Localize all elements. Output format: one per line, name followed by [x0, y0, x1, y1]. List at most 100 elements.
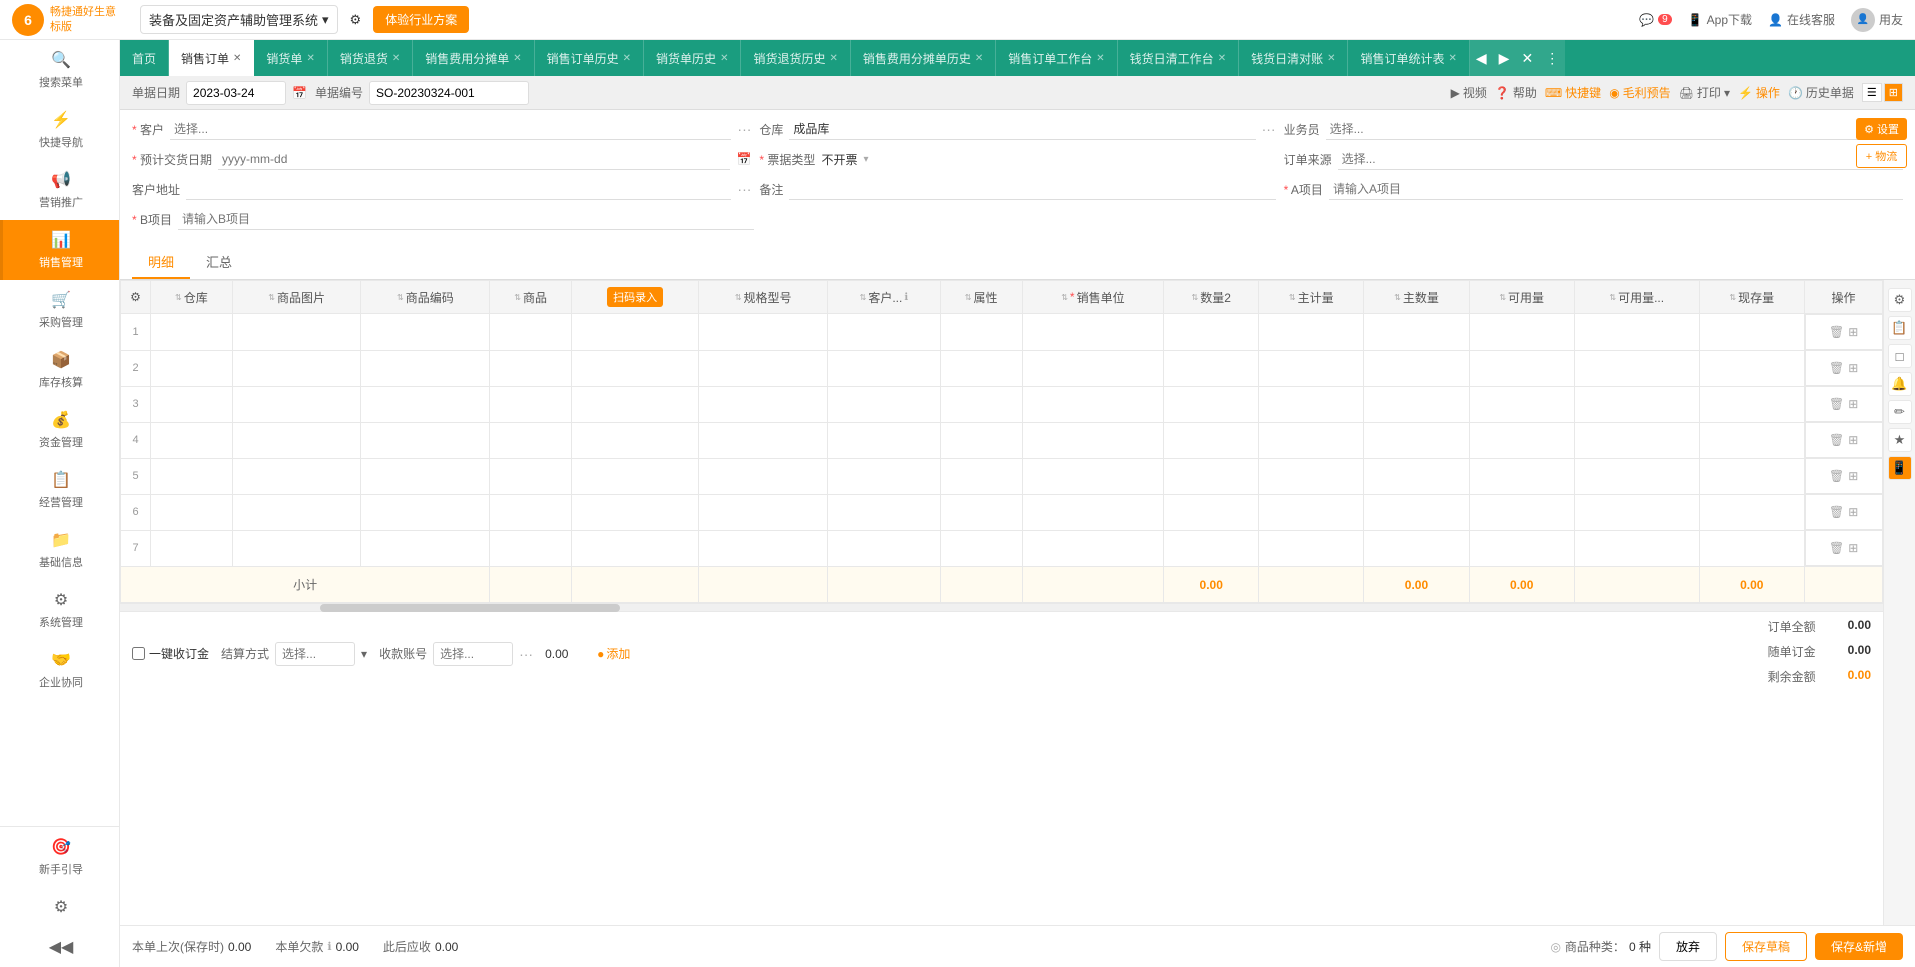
- row-qty2-7[interactable]: [1164, 530, 1259, 567]
- row-custcode-7[interactable]: [828, 530, 941, 567]
- sidebar-item-management[interactable]: 📋 经营管理: [0, 460, 119, 520]
- rp-btn-5[interactable]: ✏: [1888, 400, 1912, 424]
- copy-icon-4[interactable]: ⊞: [1848, 433, 1858, 447]
- row-mainunit-4[interactable]: [1259, 422, 1364, 458]
- delete-icon-7[interactable]: 🗑: [1829, 541, 1844, 555]
- th-qty2[interactable]: ⇅数量2: [1164, 281, 1259, 314]
- row-spec-4[interactable]: [699, 422, 828, 458]
- row-stock-6[interactable]: [1699, 494, 1804, 530]
- row-qty2-2[interactable]: [1164, 350, 1259, 386]
- row-mainqty-5[interactable]: [1364, 458, 1469, 494]
- rp-btn-4[interactable]: 🔔: [1888, 372, 1912, 396]
- sidebar-item-basic-info[interactable]: 📁 基础信息: [0, 520, 119, 580]
- sidebar-item-guide[interactable]: 🎯 新手引导: [0, 827, 119, 887]
- row-mainunit-5[interactable]: [1259, 458, 1364, 494]
- th-main-qty[interactable]: ⇅主数量: [1364, 281, 1469, 314]
- row-mainqty-4[interactable]: [1364, 422, 1469, 458]
- row-qty2-6[interactable]: [1164, 494, 1259, 530]
- tab-bill-history[interactable]: 销货单历史 ✕: [644, 40, 741, 76]
- row-mainunit-3[interactable]: [1259, 386, 1364, 422]
- th-spec[interactable]: ⇅规格型号: [699, 281, 828, 314]
- row-warehouse-3[interactable]: [151, 386, 233, 422]
- th-product-image[interactable]: ⇅商品图片: [232, 281, 361, 314]
- row-mainqty-6[interactable]: [1364, 494, 1469, 530]
- system-name-selector[interactable]: 装备及固定资产辅助管理系统 ▾: [140, 5, 338, 34]
- user-menu[interactable]: 👤 用友: [1851, 8, 1903, 32]
- th-sales-unit[interactable]: ⇅*销售单位: [1022, 281, 1164, 314]
- tab-close-icon[interactable]: ✕: [1449, 53, 1457, 64]
- operation-btn[interactable]: ⚡ 操作: [1738, 84, 1780, 101]
- row-custcode-5[interactable]: [828, 458, 941, 494]
- row-image-1[interactable]: [232, 314, 361, 351]
- tab-order-history[interactable]: 销售订单历史 ✕: [535, 40, 644, 76]
- row-custcode-3[interactable]: [828, 386, 941, 422]
- row-warehouse-2[interactable]: [151, 350, 233, 386]
- copy-icon-3[interactable]: ⊞: [1848, 397, 1858, 411]
- tab-return-history[interactable]: 销货退货历史 ✕: [741, 40, 850, 76]
- row-avail-3[interactable]: [1469, 386, 1574, 422]
- sidebar-item-quicknav[interactable]: ⚡ 快捷导航: [0, 100, 119, 160]
- tab-close-icon[interactable]: ✕: [392, 53, 400, 64]
- tab-close-icon[interactable]: ✕: [1327, 53, 1335, 64]
- row-mainunit-2[interactable]: [1259, 350, 1364, 386]
- scroll-track[interactable]: [120, 603, 1883, 611]
- list-view-btn[interactable]: ☰: [1862, 83, 1882, 102]
- sidebar-item-enterprise[interactable]: 🤝 企业协同: [0, 640, 119, 700]
- address-input[interactable]: [186, 178, 731, 200]
- remark-input[interactable]: [789, 178, 1275, 200]
- address-more-btn[interactable]: ···: [737, 181, 751, 197]
- row-image-4[interactable]: [232, 422, 361, 458]
- row-attr-6[interactable]: [940, 494, 1022, 530]
- row-product-1[interactable]: [490, 314, 572, 351]
- row-code-2[interactable]: [361, 350, 490, 386]
- row-avail2-2[interactable]: [1574, 350, 1699, 386]
- th-settings[interactable]: ⚙: [121, 281, 151, 314]
- warehouse-input[interactable]: [789, 118, 1255, 140]
- row-spec-1[interactable]: [699, 314, 828, 351]
- row-unit-2[interactable]: [1022, 350, 1164, 386]
- delivery-calendar-icon[interactable]: 📅: [736, 152, 751, 166]
- payment-checkbox[interactable]: [132, 647, 145, 660]
- row-avail2-4[interactable]: [1574, 422, 1699, 458]
- rp-btn-3[interactable]: □: [1888, 344, 1912, 368]
- calendar-icon[interactable]: 📅: [292, 86, 307, 100]
- profit-btn[interactable]: ◉ 毛利预告: [1609, 84, 1671, 101]
- customer-input[interactable]: [170, 118, 731, 140]
- sidebar-item-collapse[interactable]: ◀◀: [0, 927, 119, 967]
- tab-close-all-btn[interactable]: ✕: [1515, 40, 1539, 76]
- row-stock-1[interactable]: [1699, 314, 1804, 351]
- row-stock-7[interactable]: [1699, 530, 1804, 567]
- save-draft-btn[interactable]: 保存草稿: [1725, 932, 1807, 961]
- payment-checkbox-label[interactable]: 一键收订金: [132, 645, 209, 662]
- tab-expense-history[interactable]: 销售费用分摊单历史 ✕: [851, 40, 996, 76]
- row-attr-7[interactable]: [940, 530, 1022, 567]
- tab-close-icon[interactable]: ✕: [1096, 53, 1104, 64]
- row-unit-1[interactable]: [1022, 314, 1164, 351]
- account-more-btn[interactable]: ···: [519, 646, 533, 662]
- row-product-6[interactable]: [490, 494, 572, 530]
- tab-next-btn[interactable]: ▶: [1493, 40, 1516, 76]
- row-product-3[interactable]: [490, 386, 572, 422]
- row-avail2-3[interactable]: [1574, 386, 1699, 422]
- discard-btn[interactable]: 放弃: [1659, 932, 1717, 961]
- sidebar-item-inventory[interactable]: 📦 库存核算: [0, 340, 119, 400]
- row-product-4[interactable]: [490, 422, 572, 458]
- form-logistics-btn[interactable]: + 物流: [1856, 144, 1907, 168]
- row-code-7[interactable]: [361, 530, 490, 567]
- view-btn[interactable]: ▶ 视频: [1451, 84, 1487, 101]
- sidebar-item-system[interactable]: ⚙ 系统管理: [0, 580, 119, 640]
- row-mainqty-1[interactable]: [1364, 314, 1469, 351]
- tab-close-icon[interactable]: ✕: [623, 53, 631, 64]
- row-image-2[interactable]: [232, 350, 361, 386]
- th-product-code[interactable]: ⇅商品编码: [361, 281, 490, 314]
- th-customer-code[interactable]: ⇅客户...ℹ: [828, 281, 941, 314]
- row-spec-5[interactable]: [699, 458, 828, 494]
- date-input[interactable]: [186, 81, 286, 105]
- settings-gear[interactable]: ⚙: [346, 8, 366, 32]
- form-settings-btn[interactable]: ⚙ 设置: [1856, 118, 1907, 140]
- row-unit-3[interactable]: [1022, 386, 1164, 422]
- row-avail2-6[interactable]: [1574, 494, 1699, 530]
- row-code-6[interactable]: [361, 494, 490, 530]
- row-mainqty-2[interactable]: [1364, 350, 1469, 386]
- b-project-input[interactable]: [178, 208, 754, 230]
